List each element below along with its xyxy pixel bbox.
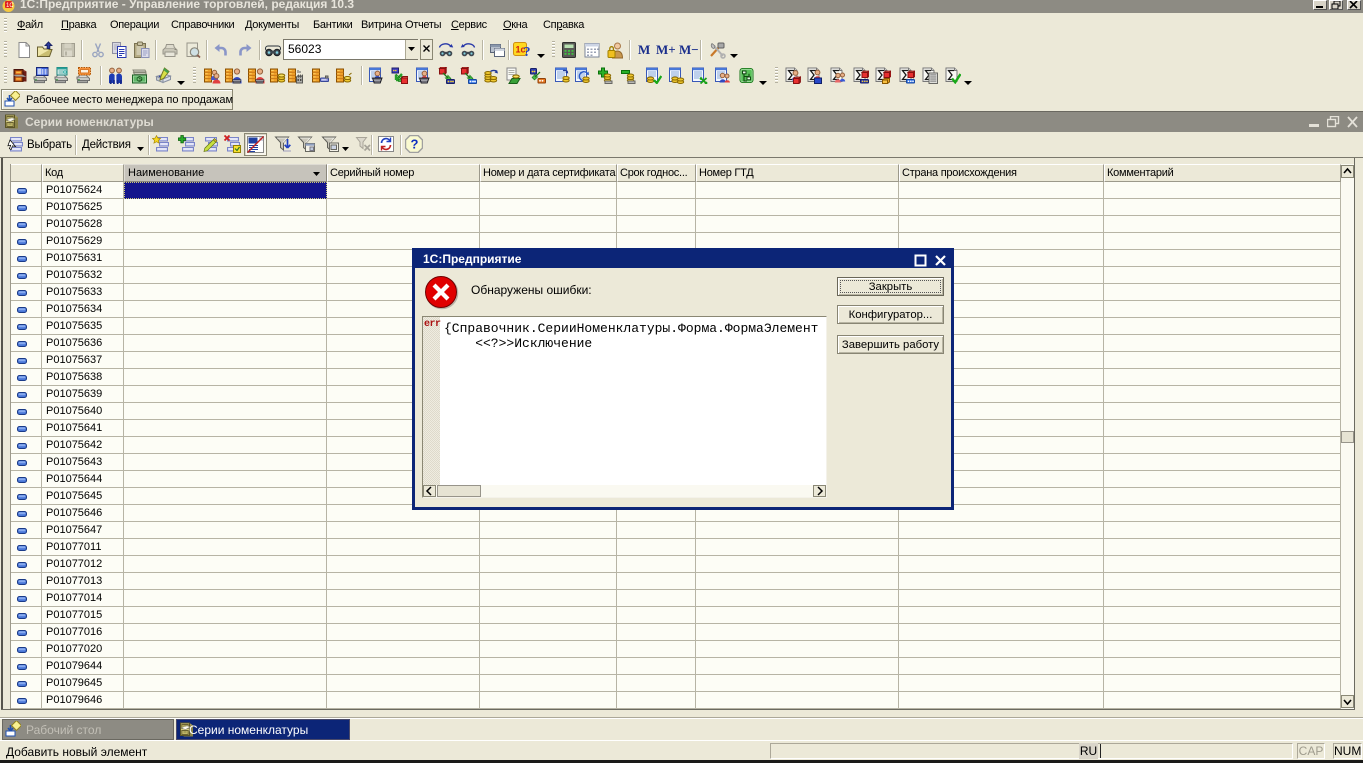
svg-text:?: ? (524, 45, 531, 58)
svg-text:1C: 1C (6, 3, 14, 9)
svg-text:?: ? (411, 137, 419, 152)
